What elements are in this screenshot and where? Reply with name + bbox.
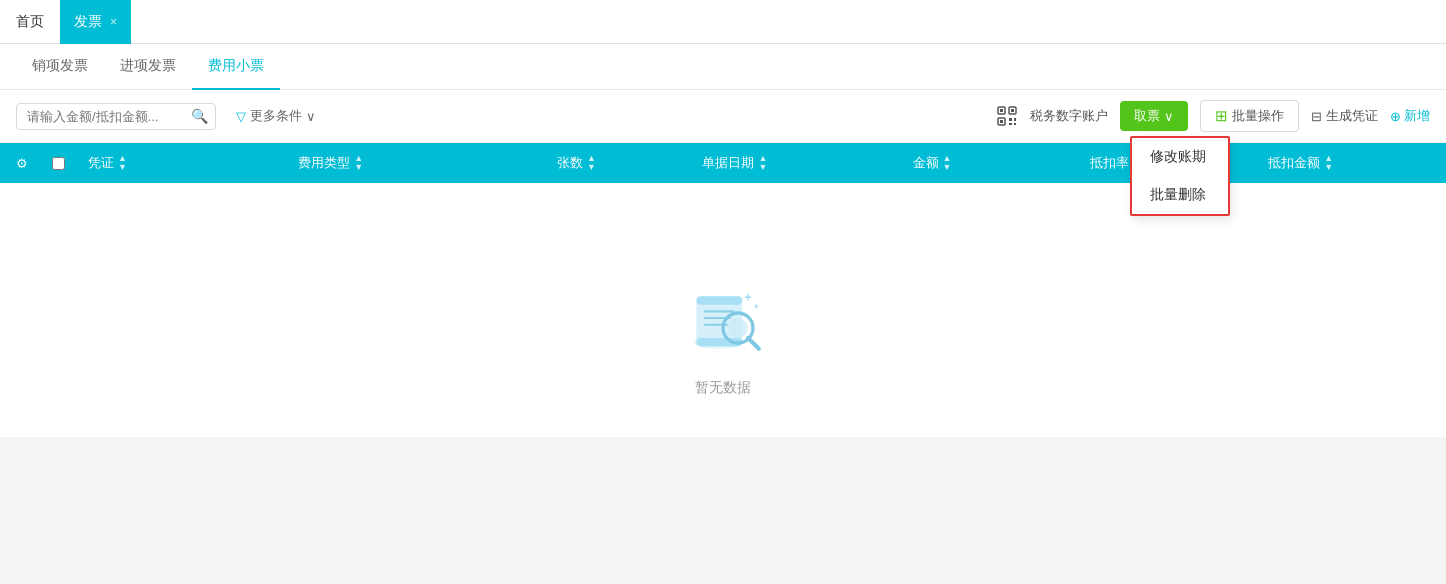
svg-rect-8: [1014, 118, 1016, 121]
gen-voucher-icon: ⊟: [1311, 109, 1322, 124]
th-checkbox[interactable]: [44, 157, 80, 170]
search-input[interactable]: [16, 103, 216, 130]
take-ticket-label: 取票: [1134, 107, 1160, 125]
empty-illustration: [673, 263, 773, 363]
qr-code-icon[interactable]: [996, 105, 1018, 127]
search-wrap: 🔍: [16, 103, 216, 130]
batch-op-label: 批量操作: [1232, 107, 1284, 125]
tab-sales-invoice[interactable]: 销项发票: [16, 44, 104, 90]
voucher-sort-icon: ▲▼: [118, 154, 127, 172]
th-voucher[interactable]: 凭证 ▲▼: [80, 154, 290, 172]
filter-icon: ▽: [236, 109, 246, 124]
sub-tabs-bar: 销项发票 进项发票 费用小票: [0, 44, 1446, 90]
add-icon: ⊕: [1390, 109, 1401, 124]
th-expense-type[interactable]: 费用类型 ▲▼: [290, 154, 549, 172]
svg-line-19: [748, 338, 759, 349]
th-settings[interactable]: ⚙: [8, 156, 44, 171]
empty-text: 暂无数据: [695, 379, 751, 397]
invoice-tab-label: 发票: [74, 13, 102, 31]
amount-sort-icon: ▲▼: [943, 154, 952, 172]
search-icon[interactable]: 🔍: [191, 108, 208, 124]
modify-period-item[interactable]: 修改账期: [1132, 138, 1228, 176]
th-deduct-rate-label: 抵扣率: [1090, 154, 1129, 172]
date-sort-icon: ▲▼: [758, 154, 767, 172]
th-deduct-amount-label: 抵扣金额: [1268, 154, 1320, 172]
batch-icon: ⊞: [1215, 107, 1228, 125]
header-checkbox[interactable]: [52, 157, 65, 170]
th-deduct-amount[interactable]: 抵扣金额 ▲▼: [1260, 154, 1438, 172]
top-nav: 首页 发票 ×: [0, 0, 1446, 44]
filter-button[interactable]: ▽ 更多条件 ∨: [228, 102, 324, 130]
deduct-amount-sort-icon: ▲▼: [1324, 154, 1333, 172]
svg-rect-5: [1000, 120, 1003, 123]
toolbar-right: 税务数字账户 取票 ∨ ⊞ 批量操作 ⊟ 生成凭证 ⊕ 新增: [996, 100, 1430, 132]
invoice-tab[interactable]: 发票 ×: [60, 0, 131, 44]
add-label: 新增: [1404, 107, 1430, 125]
th-voucher-label: 凭证: [88, 154, 114, 172]
th-amount[interactable]: 金额 ▲▼: [905, 154, 1083, 172]
th-amount-label: 金额: [913, 154, 939, 172]
batch-dropdown-menu: 修改账期 批量删除: [1130, 136, 1230, 216]
th-expense-type-label: 费用类型: [298, 154, 350, 172]
invoice-tab-close[interactable]: ×: [110, 15, 117, 29]
th-count-label: 张数: [557, 154, 583, 172]
svg-point-18: [728, 318, 748, 338]
gen-voucher-button[interactable]: ⊟ 生成凭证: [1311, 107, 1378, 125]
svg-rect-1: [1000, 109, 1003, 112]
th-count[interactable]: 张数 ▲▼: [549, 154, 694, 172]
th-date[interactable]: 单据日期 ▲▼: [694, 154, 904, 172]
settings-icon: ⚙: [16, 156, 28, 171]
home-link[interactable]: 首页: [16, 13, 60, 31]
expense-type-sort-icon: ▲▼: [354, 154, 363, 172]
gen-voucher-label: 生成凭证: [1326, 107, 1378, 125]
content-area: 销项发票 进项发票 费用小票 🔍 ▽ 更多条件 ∨: [0, 44, 1446, 437]
svg-rect-6: [1009, 118, 1012, 121]
tab-input-invoice[interactable]: 进项发票: [104, 44, 192, 90]
toolbar: 🔍 ▽ 更多条件 ∨: [0, 90, 1446, 143]
filter-label: 更多条件: [250, 107, 302, 125]
take-ticket-button[interactable]: 取票 ∨: [1120, 101, 1188, 131]
th-date-label: 单据日期: [702, 154, 754, 172]
filter-arrow: ∨: [306, 109, 316, 124]
empty-state: 暂无数据: [0, 183, 1446, 437]
count-sort-icon: ▲▼: [587, 154, 596, 172]
svg-rect-9: [1014, 123, 1016, 125]
svg-rect-3: [1011, 109, 1014, 112]
take-ticket-arrow: ∨: [1164, 109, 1174, 124]
batch-delete-item[interactable]: 批量删除: [1132, 176, 1228, 214]
svg-rect-12: [696, 296, 742, 304]
tab-expense-ticket[interactable]: 费用小票: [192, 44, 280, 90]
svg-rect-7: [1009, 123, 1012, 125]
tax-digital-button[interactable]: 税务数字账户: [1030, 107, 1108, 125]
batch-operation-button[interactable]: ⊞ 批量操作: [1200, 100, 1299, 132]
add-button[interactable]: ⊕ 新增: [1390, 107, 1430, 125]
